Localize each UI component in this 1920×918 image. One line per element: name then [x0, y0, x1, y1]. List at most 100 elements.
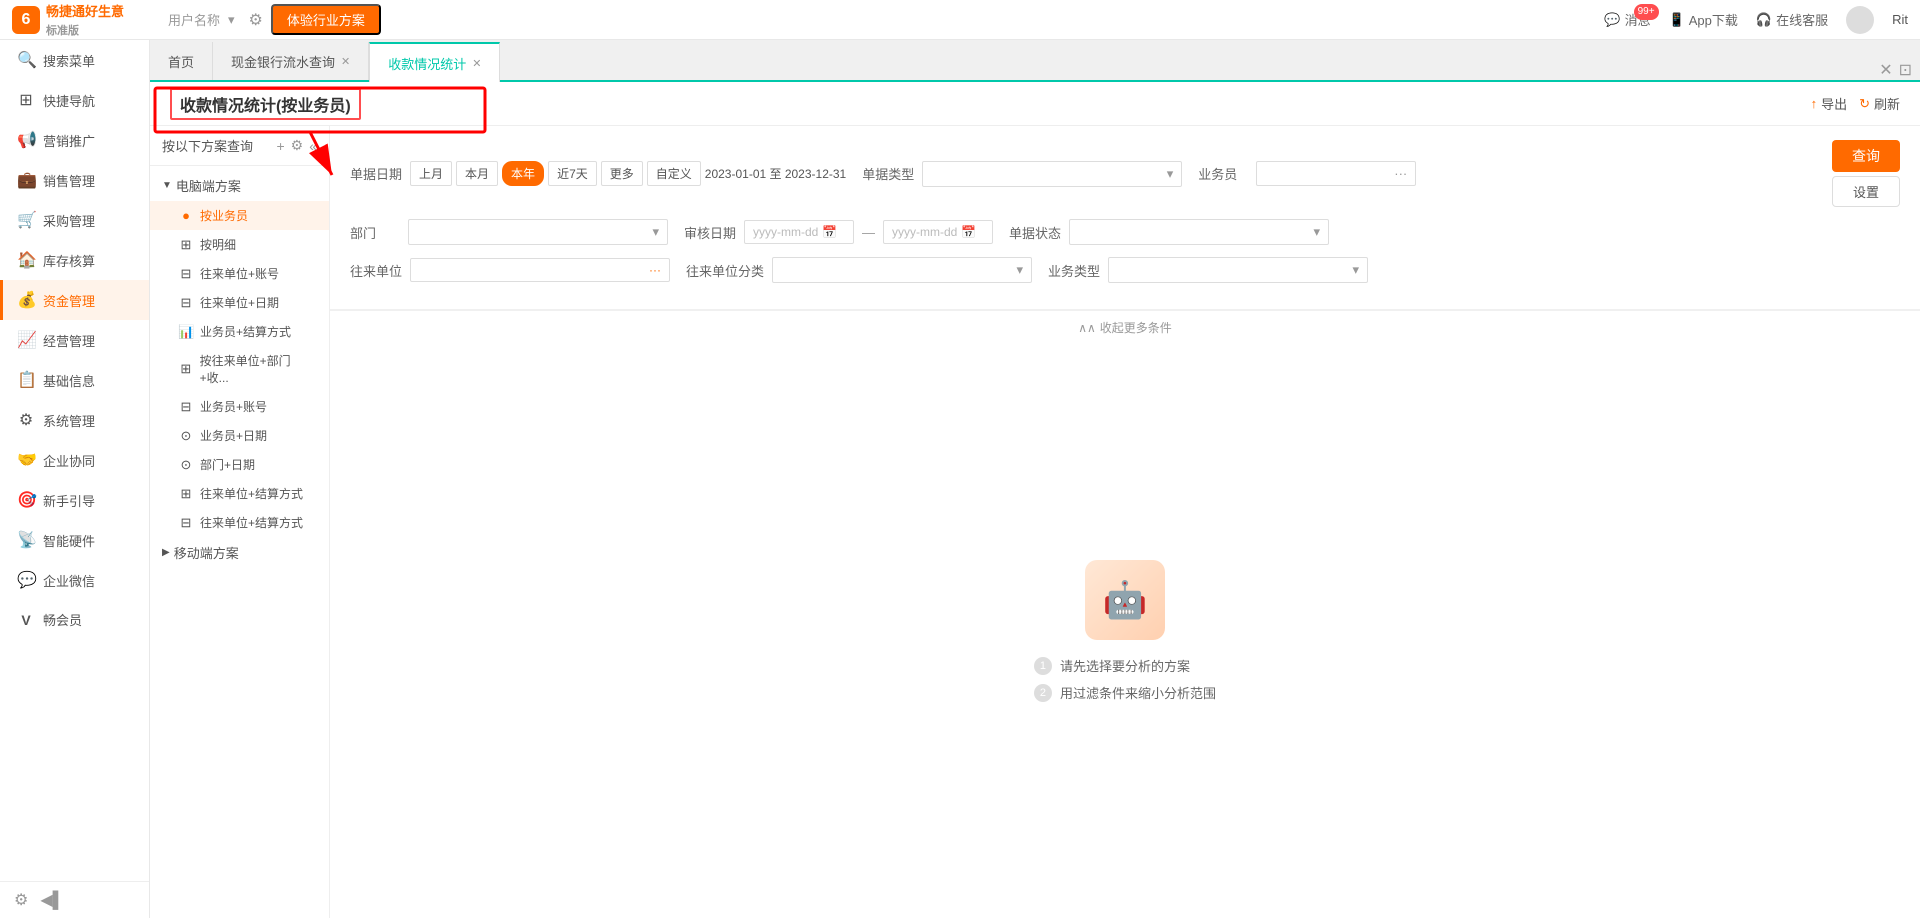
sidebar-item-purchase[interactable]: 🛒 采购管理 — [0, 200, 149, 240]
sidebar-item-weixin[interactable]: 💬 企业微信 — [0, 560, 149, 600]
app-download-label: App下载 — [1689, 10, 1738, 29]
tree-item-salesperson-settlement[interactable]: 📊 业务员+结算方式 — [150, 317, 329, 346]
tab-bank-flow[interactable]: 现金银行流水查询 ✕ — [213, 42, 369, 80]
query-btn-group: 查询 设置 — [1832, 140, 1900, 207]
tab-receipt-stats-close-icon[interactable]: ✕ — [472, 57, 481, 70]
doc-status-chevron-icon: ▾ — [1314, 224, 1321, 240]
tab-home[interactable]: 首页 — [150, 42, 213, 80]
sidebar-item-sales[interactable]: 💼 销售管理 — [0, 160, 149, 200]
tab-close-all-button[interactable]: ✕ — [1879, 60, 1892, 80]
desktop-group-chevron: ▼ — [162, 180, 172, 191]
tree-item-partner-settlement1[interactable]: ⊞ 往来单位+结算方式 — [150, 479, 329, 508]
empty-state: 🤖 1 请先选择要分析的方案 2 用过滤条件来缩小分析范围 — [330, 344, 1920, 918]
trial-button[interactable]: 体验行业方案 — [271, 4, 381, 35]
export-button[interactable]: ↑ 导出 — [1811, 94, 1848, 113]
salesperson-account-icon: ⊟ — [178, 399, 194, 415]
dept-select[interactable]: ▾ — [408, 219, 668, 245]
date-btn-last7[interactable]: 近7天 — [548, 161, 597, 186]
logo-text: 畅捷通好生意 — [46, 1, 124, 20]
tree-item-partner-dept-collect[interactable]: ⊞ 按往来单位+部门+收... — [150, 346, 329, 392]
sidebar-item-quick-nav[interactable]: ⊞ 快捷导航 — [0, 80, 149, 120]
message-btn[interactable]: 💬 消息 99+ — [1604, 10, 1650, 29]
date-btn-this-month[interactable]: 本月 — [456, 161, 498, 186]
partner-settlement2-icon: ⊟ — [178, 515, 194, 531]
doc-type-chevron-icon: ▾ — [1167, 166, 1174, 182]
tree-group-mobile[interactable]: ▶ 移动端方案 — [150, 537, 329, 568]
sidebar-item-basic[interactable]: 📋 基础信息 — [0, 360, 149, 400]
counterpart-more-icon[interactable]: ··· — [649, 263, 661, 277]
query-row-2: 部门 ▾ 审核日期 yyyy-mm-dd 📅 — [350, 219, 1900, 245]
sidebar-item-inventory[interactable]: 🏠 库存核算 — [0, 240, 149, 280]
basic-icon: 📋 — [17, 370, 35, 390]
sidebar-settings-icon[interactable]: ⚙ — [14, 890, 28, 910]
sidebar-item-beginner[interactable]: 🎯 新手引导 — [0, 480, 149, 520]
tree-item-by-salesperson[interactable]: ● 按业务员 — [150, 201, 329, 230]
topbar-chevron[interactable]: ▾ — [228, 12, 235, 28]
review-date-end-input[interactable]: yyyy-mm-dd 📅 — [883, 220, 993, 244]
tab-receipt-stats[interactable]: 收款情况统计 ✕ — [369, 42, 500, 82]
sidebar-item-operation[interactable]: 📈 经营管理 — [0, 320, 149, 360]
sidebar-item-company[interactable]: 🤝 企业协同 — [0, 440, 149, 480]
user-avatar[interactable] — [1846, 6, 1874, 34]
date-btn-last-month[interactable]: 上月 — [410, 161, 452, 186]
tree-item-partner-account[interactable]: ⊟ 往来单位+账号 — [150, 259, 329, 288]
counterpart-select[interactable]: ··· — [410, 258, 670, 282]
tree-item-label: 往来单位+结算方式 — [200, 485, 303, 502]
date-btn-more[interactable]: 更多 — [601, 161, 643, 186]
tab-bank-flow-close-icon[interactable]: ✕ — [341, 55, 350, 68]
query-button[interactable]: 查询 — [1832, 140, 1900, 172]
tree-item-salesperson-account[interactable]: ⊟ 业务员+账号 — [150, 392, 329, 421]
tree-item-salesperson-date[interactable]: ⊙ 业务员+日期 — [150, 421, 329, 450]
tree-item-dept-date[interactable]: ⊙ 部门+日期 — [150, 450, 329, 479]
sidebar-item-search-menu[interactable]: 🔍 搜索菜单 — [0, 40, 149, 80]
sidebar-item-system[interactable]: ⚙ 系统管理 — [0, 400, 149, 440]
biz-type-select[interactable]: ▾ — [1108, 257, 1368, 283]
logo: 6 畅捷通好生意 标准版 — [12, 1, 152, 38]
sidebar-collapse-icon[interactable]: ◀▌ — [40, 890, 64, 910]
collapse-more-btn[interactable]: ∧∧ 收起更多条件 — [330, 310, 1920, 344]
doc-type-label: 单据类型 — [862, 164, 914, 183]
sidebar-item-smart[interactable]: 📡 智能硬件 — [0, 520, 149, 560]
sidebar-item-finance[interactable]: 💰 资金管理 — [0, 280, 149, 320]
tab-maximize-button[interactable]: ⊡ — [1899, 60, 1912, 80]
operation-icon: 📈 — [17, 330, 35, 350]
service-icon: 🎧 — [1756, 12, 1772, 28]
doc-status-select[interactable]: ▾ — [1069, 219, 1329, 245]
step-1-num: 1 — [1034, 657, 1052, 675]
scheme-panel-header: 按以下方案查询 + ⚙ « — [150, 126, 329, 166]
tab-bar: 首页 现金银行流水查询 ✕ 收款情况统计 ✕ ✕ ⊡ — [150, 40, 1920, 82]
online-service-btn[interactable]: 🎧 在线客服 — [1756, 10, 1828, 29]
marketing-icon: 📢 — [17, 130, 35, 150]
counterpart-category-select[interactable]: ▾ — [772, 257, 1032, 283]
tree-item-label: 业务员+结算方式 — [200, 323, 291, 340]
sales-icon: 💼 — [17, 170, 35, 190]
app-download-btn[interactable]: 📱 App下载 — [1669, 10, 1738, 29]
review-date-start-input[interactable]: yyyy-mm-dd 📅 — [744, 220, 854, 244]
sidebar-item-label: 营销推广 — [43, 131, 95, 150]
date-btn-this-year[interactable]: 本年 — [502, 161, 544, 186]
finance-icon: 💰 — [17, 290, 35, 310]
topbar-gear-icon[interactable]: ⚙ — [249, 10, 263, 30]
scheme-panel: 按以下方案查询 + ⚙ « ▼ 电脑端方案 ● 按业务员 — [150, 126, 330, 918]
scheme-setting-icon[interactable]: ⚙ — [291, 137, 304, 154]
sidebar-item-member[interactable]: V 畅会员 — [0, 600, 149, 639]
sidebar-item-label: 新手引导 — [43, 491, 95, 510]
review-date-end-value: yyyy-mm-dd — [892, 225, 957, 239]
date-range-display: 2023-01-01 至 2023-12-31 — [705, 165, 846, 182]
tree-item-partner-settlement2[interactable]: ⊟ 往来单位+结算方式 — [150, 508, 329, 537]
refresh-button[interactable]: ↻ 刷新 — [1859, 94, 1900, 113]
scheme-collapse-icon[interactable]: « — [309, 138, 317, 154]
step-2-label: 用过滤条件来缩小分析范围 — [1060, 683, 1216, 702]
doc-type-field: 单据类型 ▾ — [862, 161, 1182, 187]
scheme-add-icon[interactable]: + — [276, 138, 284, 154]
salesperson-select[interactable]: ··· — [1256, 161, 1416, 186]
desktop-group-label: 电脑端方案 — [176, 176, 241, 195]
tree-group-desktop[interactable]: ▼ 电脑端方案 — [150, 170, 329, 201]
tree-item-partner-date[interactable]: ⊟ 往来单位+日期 — [150, 288, 329, 317]
doc-type-select[interactable]: ▾ — [922, 161, 1182, 187]
setting-button[interactable]: 设置 — [1832, 176, 1900, 207]
date-btn-custom[interactable]: 自定义 — [647, 161, 701, 186]
tree-item-by-detail[interactable]: ⊞ 按明细 — [150, 230, 329, 259]
export-icon: ↑ — [1811, 96, 1818, 111]
sidebar-item-marketing[interactable]: 📢 营销推广 — [0, 120, 149, 160]
